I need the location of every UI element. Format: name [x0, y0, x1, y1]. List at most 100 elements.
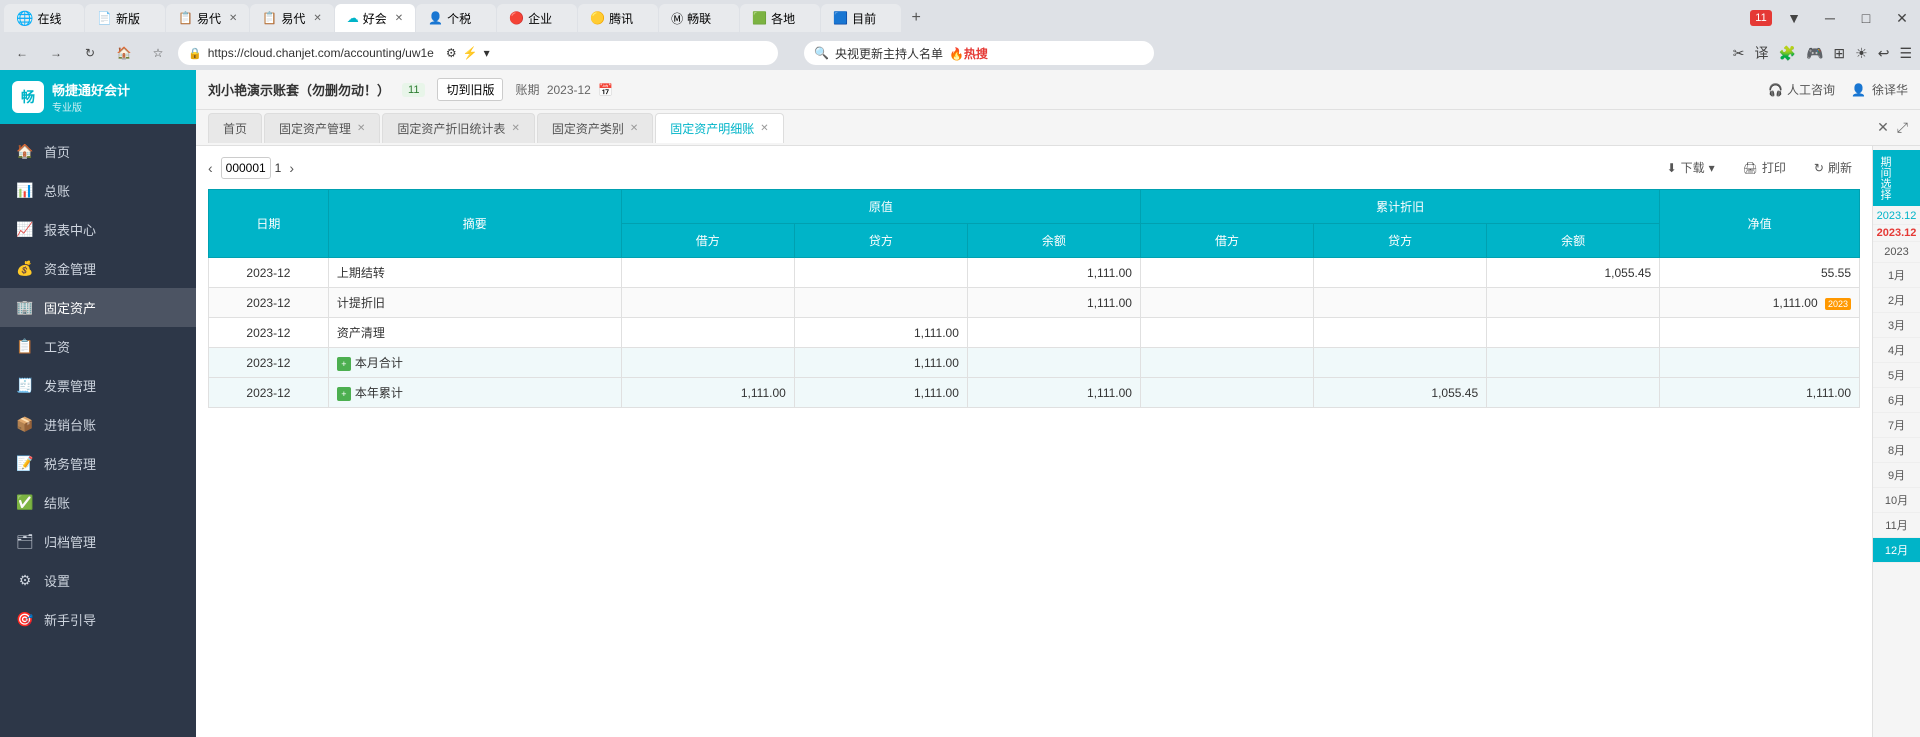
browser-tab-7[interactable]: 🔴 企业: [497, 4, 577, 32]
browser-tab-6[interactable]: 👤 个税: [416, 4, 496, 32]
period-month-jan[interactable]: 1月: [1873, 263, 1920, 288]
print-btn[interactable]: 🖨 打印: [1735, 156, 1794, 179]
sidebar-item-archive[interactable]: 🗂 归档管理: [0, 522, 196, 561]
next-page-btn[interactable]: ›: [289, 160, 294, 176]
browser-tab-5[interactable]: ☁ 好会 ✕: [335, 4, 415, 32]
sidebar-item-fixed-assets[interactable]: 🏢 固定资产: [0, 288, 196, 327]
browser-tab-3[interactable]: 📋 易代 ✕: [166, 4, 249, 32]
period-month-dec[interactable]: 12月: [1873, 538, 1920, 563]
th-summary: 摘要: [328, 190, 621, 258]
period-month-sep[interactable]: 9月: [1873, 463, 1920, 488]
tab-asset-category[interactable]: 固定资产类别 ✕: [537, 113, 653, 143]
address-bar-row: ← → ↻ 🏠 ☆ 🔒 https://cloud.chanjet.com/ac…: [0, 36, 1920, 70]
period-month-nov[interactable]: 11月: [1873, 513, 1920, 538]
th-net-value: 净值: [1660, 190, 1860, 258]
browser-tab-9[interactable]: Ⓜ 畅联: [659, 4, 739, 32]
browser-tab-10[interactable]: 🟩 各地: [740, 4, 820, 32]
tab-list-btn[interactable]: ▼: [1780, 4, 1808, 32]
search-icon: 🔍: [814, 46, 829, 60]
reload-btn[interactable]: ↻: [76, 39, 104, 67]
sidebar-item-reports[interactable]: 📈 报表中心: [0, 210, 196, 249]
minimize-btn[interactable]: ─: [1816, 4, 1844, 32]
menu-icon[interactable]: ☰: [1899, 45, 1912, 62]
period-month-jul[interactable]: 7月: [1873, 413, 1920, 438]
guide-icon: 🎯: [16, 611, 34, 629]
page-number-input[interactable]: [221, 157, 271, 179]
period-month-mar[interactable]: 3月: [1873, 313, 1920, 338]
tab-expand-icon[interactable]: ⤢: [1897, 119, 1908, 136]
tab-close-3[interactable]: ✕: [229, 13, 237, 24]
close-btn[interactable]: ✕: [1888, 4, 1916, 32]
help-btn[interactable]: 🎧 人工咨询: [1768, 81, 1835, 98]
sidebar-item-ledger[interactable]: 📊 总账: [0, 171, 196, 210]
sidebar-item-invoice[interactable]: 🧾 发票管理: [0, 366, 196, 405]
tab-depreciation-stats[interactable]: 固定资产折旧统计表 ✕: [382, 113, 534, 143]
tab-close-depreciation[interactable]: ✕: [511, 123, 519, 134]
period-month-1[interactable]: 2023: [1873, 242, 1920, 263]
lightning-icon: ⚡: [463, 46, 478, 60]
browser-tab-8[interactable]: 🟡 腾讯: [578, 4, 658, 32]
maximize-btn[interactable]: □: [1852, 4, 1880, 32]
gamepad-icon[interactable]: 🎮: [1806, 45, 1823, 62]
grid-icon[interactable]: ⊞: [1833, 45, 1845, 62]
sidebar-item-guide[interactable]: 🎯 新手引导: [0, 600, 196, 639]
sidebar-item-home[interactable]: 🏠 首页: [0, 132, 196, 171]
tab-close-all-icon[interactable]: ✕: [1877, 119, 1889, 136]
period-month-oct[interactable]: 10月: [1873, 488, 1920, 513]
tab-asset-detail-ledger[interactable]: 固定资产明细账 ✕: [655, 113, 783, 143]
search-bar[interactable]: 🔍 央视更新主持人名单 🔥热搜: [804, 41, 1154, 65]
browser-chrome: 🌐 在线 📄 新版 📋 易代 ✕ 📋 易代 ✕ ☁ 好会 ✕ 👤 个税 🔴: [0, 0, 1920, 70]
period-month-jun[interactable]: 6月: [1873, 388, 1920, 413]
period-header[interactable]: 期间选择: [1873, 150, 1920, 206]
period-month-aug[interactable]: 8月: [1873, 438, 1920, 463]
ledger-main: ‹ 1 › ⬇ 下载 ▾ 🖨 打印: [196, 146, 1872, 737]
back-btn[interactable]: ←: [8, 39, 36, 67]
bookmark-btn[interactable]: ☆: [144, 39, 172, 67]
refresh-btn[interactable]: ↻ 刷新: [1806, 156, 1860, 179]
tab-fixed-assets-mgmt[interactable]: 固定资产管理 ✕: [264, 113, 380, 143]
browser-tab-4[interactable]: 📋 易代 ✕: [250, 4, 333, 32]
sidebar-item-payroll[interactable]: 📋 工资: [0, 327, 196, 366]
main-content: 刘小艳演示账套（勿删勿动！） 11 切到旧版 账期 2023-12 📅 🎧 人工…: [196, 70, 1920, 737]
translate-icon[interactable]: 译: [1755, 43, 1769, 63]
browser-tab-11[interactable]: 🟦 目前: [821, 4, 901, 32]
browser-tab-2[interactable]: 📄 新版: [85, 4, 165, 32]
period-date-1[interactable]: 2023.12: [1873, 208, 1920, 225]
tab-close-5[interactable]: ✕: [395, 13, 403, 24]
sidebar-item-tax[interactable]: 📝 税务管理: [0, 444, 196, 483]
period-date-2[interactable]: 2023.12: [1873, 225, 1920, 242]
sidebar-item-purchase-sales[interactable]: 📦 进销台账: [0, 405, 196, 444]
tab-actions: 11 ▼ ─ □ ✕: [1750, 4, 1916, 32]
period-month-apr[interactable]: 4月: [1873, 338, 1920, 363]
period-month-may[interactable]: 5月: [1873, 363, 1920, 388]
prev-page-btn[interactable]: ‹: [208, 160, 213, 176]
home-btn[interactable]: 🏠: [110, 39, 138, 67]
browser-tab-1[interactable]: 🌐 在线: [4, 4, 84, 32]
tab-home[interactable]: 首页: [208, 113, 262, 143]
tab-close-category[interactable]: ✕: [630, 123, 638, 134]
period-month-feb[interactable]: 2月: [1873, 288, 1920, 313]
switch-version-btn[interactable]: 切到旧版: [437, 78, 503, 101]
th-dep-balance: 余额: [1487, 224, 1660, 258]
tab-close-4[interactable]: ✕: [313, 13, 321, 24]
address-bar[interactable]: 🔒 https://cloud.chanjet.com/accounting/u…: [178, 41, 778, 65]
download-btn[interactable]: ⬇ 下载 ▾: [1659, 156, 1723, 179]
top-bar-actions: 🎧 人工咨询 👤 徐译华: [1768, 81, 1908, 98]
ledger-toolbar: ⬇ 下载 ▾ 🖨 打印 ↻ 刷新: [1659, 156, 1860, 179]
ledger-table: 日期 摘要 原值 累计折旧 净值 借方 贷方 余额 借方 贷方 余额: [208, 189, 1860, 408]
tab-close-detail-ledger[interactable]: ✕: [760, 123, 768, 134]
print-icon: 🖨: [1743, 161, 1758, 175]
sidebar-item-closing[interactable]: ✅ 结账: [0, 483, 196, 522]
forward-btn[interactable]: →: [42, 39, 70, 67]
sidebar-item-settings[interactable]: ⚙ 设置: [0, 561, 196, 600]
scissors-icon[interactable]: ✂: [1733, 45, 1745, 62]
th-orig-debit: 借方: [621, 224, 794, 258]
brightness-icon[interactable]: ☀: [1855, 45, 1868, 62]
extension-icon[interactable]: 🧩: [1779, 45, 1796, 62]
undo-icon[interactable]: ↩: [1878, 45, 1890, 62]
ledger-nav: ‹ 1 › ⬇ 下载 ▾ 🖨 打印: [208, 156, 1860, 179]
user-info[interactable]: 👤 徐译华: [1851, 81, 1908, 98]
sidebar-item-cashflow[interactable]: 💰 资金管理: [0, 249, 196, 288]
new-tab-button[interactable]: +: [902, 4, 930, 32]
tab-close-fixed-assets[interactable]: ✕: [357, 123, 365, 134]
